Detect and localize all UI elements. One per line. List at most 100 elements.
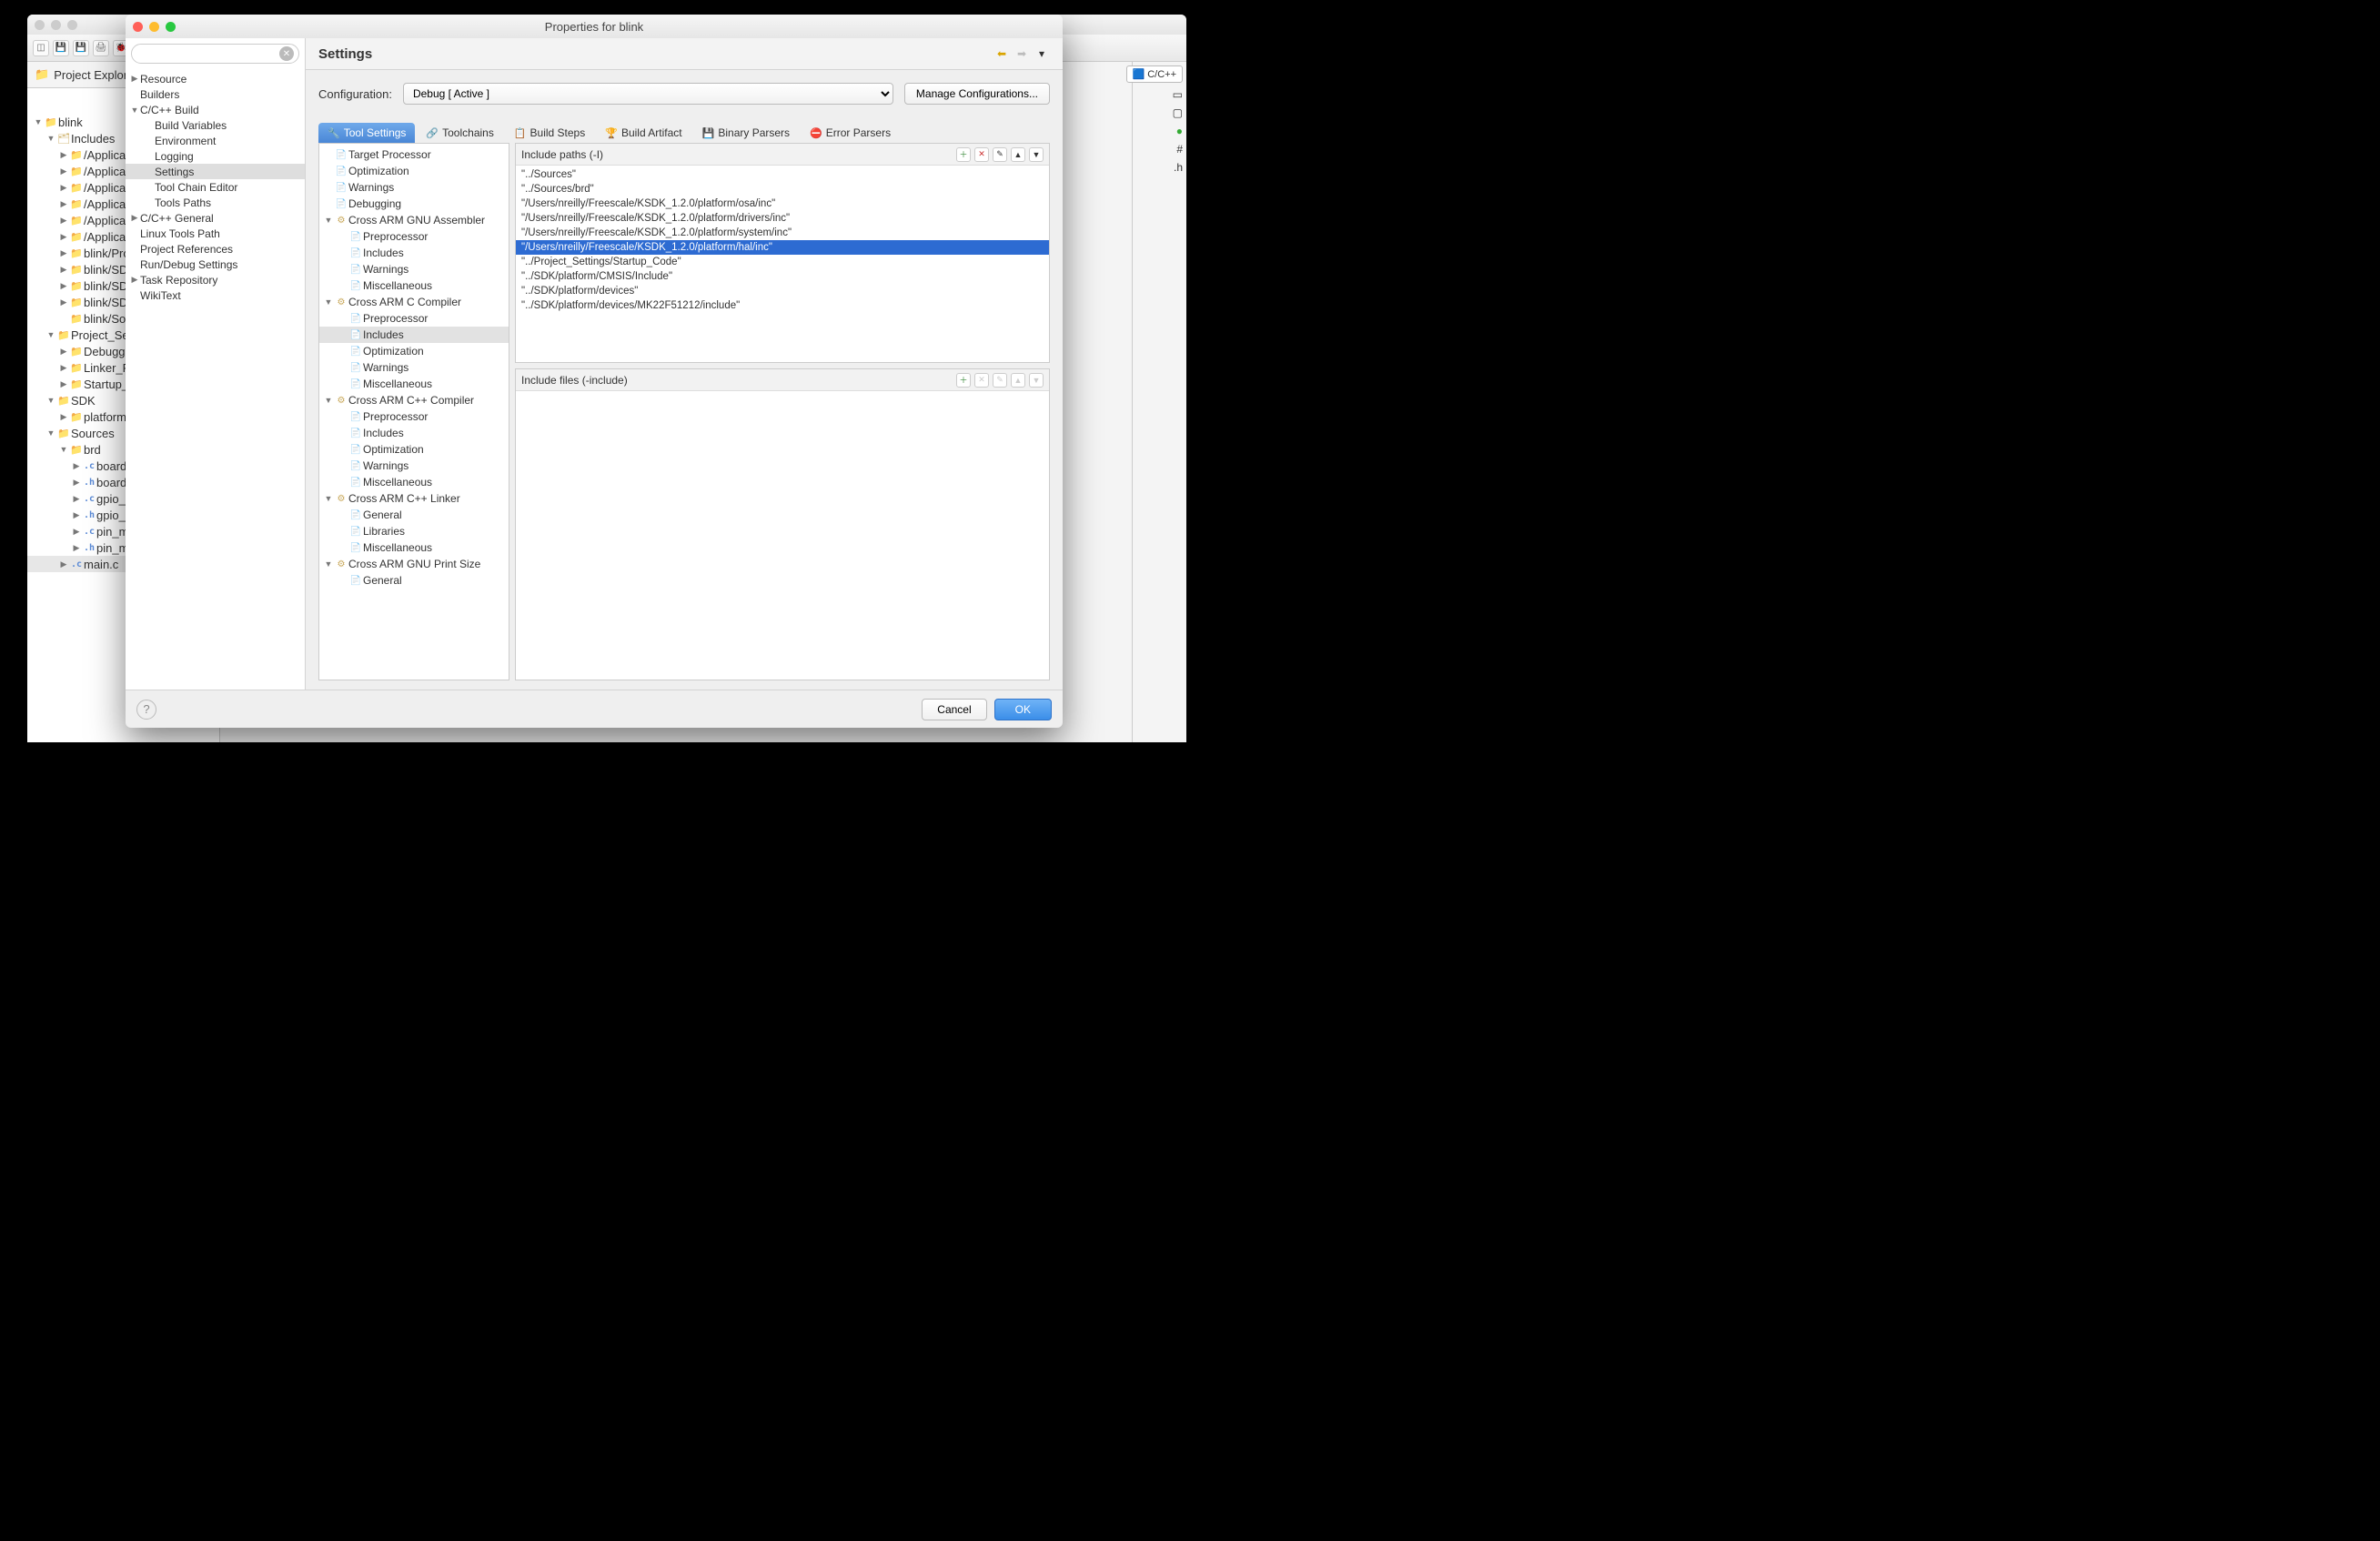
disclosure-icon[interactable]: [58, 216, 69, 226]
tool-item[interactable]: Includes: [319, 245, 509, 261]
tool-item[interactable]: Cross ARM GNU Assembler: [319, 212, 509, 228]
print-button[interactable]: 🖨: [93, 40, 109, 56]
minimize-icon[interactable]: ▭: [1173, 88, 1183, 101]
disclosure-icon[interactable]: [129, 213, 140, 223]
tool-item[interactable]: Optimization: [319, 343, 509, 359]
disclosure-icon[interactable]: [129, 74, 140, 84]
tool-item[interactable]: Includes: [319, 425, 509, 441]
disclosure-icon[interactable]: [45, 134, 56, 143]
disclosure-icon[interactable]: [58, 150, 69, 160]
minimize-icon[interactable]: [149, 22, 159, 32]
disclosure-icon[interactable]: [58, 297, 69, 307]
nav-item[interactable]: Run/Debug Settings: [126, 257, 305, 272]
include-paths-list[interactable]: "../Sources""../Sources/brd""/Users/nrei…: [516, 166, 1049, 362]
tool-item[interactable]: Debugging: [319, 196, 509, 212]
disclosure-icon[interactable]: [58, 232, 69, 242]
tool-item[interactable]: Warnings: [319, 359, 509, 376]
nav-item[interactable]: Tools Paths: [126, 195, 305, 210]
tool-item[interactable]: Target Processor: [319, 146, 509, 163]
zoom-icon[interactable]: [166, 22, 176, 32]
ok-button[interactable]: OK: [994, 699, 1052, 720]
include-path-item[interactable]: "/Users/nreilly/Freescale/KSDK_1.2.0/pla…: [516, 211, 1049, 226]
disclosure-icon[interactable]: [71, 510, 82, 520]
minimize-icon[interactable]: [51, 20, 61, 30]
category-tree[interactable]: ResourceBuildersC/C++ BuildBuild Variabl…: [126, 69, 305, 690]
tool-item[interactable]: Libraries: [319, 523, 509, 539]
disclosure-icon[interactable]: [33, 117, 44, 126]
tab-build-artifact[interactable]: 🏆Build Artifact: [596, 123, 691, 143]
nav-item[interactable]: Tool Chain Editor: [126, 179, 305, 195]
add-path-button[interactable]: ＋: [956, 147, 971, 162]
disclosure-icon[interactable]: [71, 543, 82, 553]
nav-item[interactable]: Build Variables: [126, 117, 305, 133]
disclosure-icon[interactable]: [58, 281, 69, 291]
tab-build-steps[interactable]: 📋Build Steps: [505, 123, 594, 143]
include-path-item[interactable]: "/Users/nreilly/Freescale/KSDK_1.2.0/pla…: [516, 240, 1049, 255]
tool-item[interactable]: Miscellaneous: [319, 376, 509, 392]
tool-item[interactable]: General: [319, 572, 509, 589]
add-file-button[interactable]: ＋: [956, 373, 971, 388]
disclosure-icon[interactable]: [58, 166, 69, 176]
zoom-icon[interactable]: [67, 20, 77, 30]
clear-filter-icon[interactable]: ✕: [279, 46, 294, 61]
filter-input[interactable]: [131, 44, 299, 64]
configuration-select[interactable]: Debug [ Active ]: [403, 83, 893, 105]
include-path-item[interactable]: "../Sources": [516, 167, 1049, 182]
make-targets-icon[interactable]: #: [1176, 143, 1183, 156]
tool-item[interactable]: Preprocessor: [319, 310, 509, 327]
tool-item[interactable]: Cross ARM GNU Print Size: [319, 556, 509, 572]
disclosure-icon[interactable]: [323, 297, 334, 307]
disclosure-icon[interactable]: [45, 428, 56, 438]
disclosure-icon[interactable]: [71, 527, 82, 537]
tool-settings-tree[interactable]: Target ProcessorOptimizationWarningsDebu…: [318, 143, 509, 680]
move-down-button[interactable]: ▼: [1029, 147, 1044, 162]
disclosure-icon[interactable]: [45, 330, 56, 339]
menu-dropdown-icon[interactable]: ▾: [1034, 45, 1050, 62]
disclosure-icon[interactable]: [58, 445, 69, 454]
disclosure-icon[interactable]: [323, 396, 334, 405]
tool-item[interactable]: General: [319, 507, 509, 523]
tool-item[interactable]: Miscellaneous: [319, 277, 509, 294]
disclosure-icon[interactable]: [58, 347, 69, 357]
include-path-item[interactable]: "/Users/nreilly/Freescale/KSDK_1.2.0/pla…: [516, 196, 1049, 211]
disclosure-icon[interactable]: [58, 199, 69, 209]
include-path-item[interactable]: "../SDK/platform/devices/MK22F51212/incl…: [516, 298, 1049, 313]
disclosure-icon[interactable]: [58, 183, 69, 193]
disclosure-icon[interactable]: [58, 248, 69, 258]
tool-item[interactable]: Cross ARM C Compiler: [319, 294, 509, 310]
tool-item[interactable]: Miscellaneous: [319, 474, 509, 490]
disclosure-icon[interactable]: [58, 379, 69, 389]
tool-item[interactable]: Preprocessor: [319, 228, 509, 245]
maximize-icon[interactable]: ▢: [1173, 106, 1183, 119]
edit-path-button[interactable]: ✎: [993, 147, 1007, 162]
nav-item[interactable]: WikiText: [126, 287, 305, 303]
nav-item[interactable]: Environment: [126, 133, 305, 148]
disclosure-icon[interactable]: [58, 363, 69, 373]
save-all-button[interactable]: 💾: [73, 40, 89, 56]
disclosure-icon[interactable]: [45, 396, 56, 405]
cancel-button[interactable]: Cancel: [922, 699, 986, 720]
include-path-item[interactable]: "../SDK/platform/devices": [516, 284, 1049, 298]
delete-path-button[interactable]: ✕: [974, 147, 989, 162]
nav-item[interactable]: Logging: [126, 148, 305, 164]
tab-toolchains[interactable]: 🔗Toolchains: [417, 123, 502, 143]
nav-item[interactable]: Builders: [126, 86, 305, 102]
tab-tool-settings[interactable]: 🔧Tool Settings: [318, 123, 415, 143]
tool-item[interactable]: Preprocessor: [319, 408, 509, 425]
new-button[interactable]: ◫: [33, 40, 49, 56]
tool-item[interactable]: Warnings: [319, 261, 509, 277]
manage-configurations-button[interactable]: Manage Configurations...: [904, 83, 1050, 105]
disclosure-icon[interactable]: [71, 478, 82, 488]
disclosure-icon[interactable]: [323, 559, 334, 569]
disclosure-icon[interactable]: [71, 461, 82, 471]
nav-item[interactable]: C/C++ General: [126, 210, 305, 226]
include-path-item[interactable]: "../Sources/brd": [516, 182, 1049, 196]
disclosure-icon[interactable]: [129, 275, 140, 285]
tab-binary-parsers[interactable]: 💾Binary Parsers: [693, 123, 799, 143]
tool-item[interactable]: Warnings: [319, 458, 509, 474]
tool-item[interactable]: Optimization: [319, 163, 509, 179]
nav-item[interactable]: Project References: [126, 241, 305, 257]
save-button[interactable]: 💾: [53, 40, 69, 56]
disclosure-icon[interactable]: [129, 106, 140, 115]
close-icon[interactable]: [133, 22, 143, 32]
